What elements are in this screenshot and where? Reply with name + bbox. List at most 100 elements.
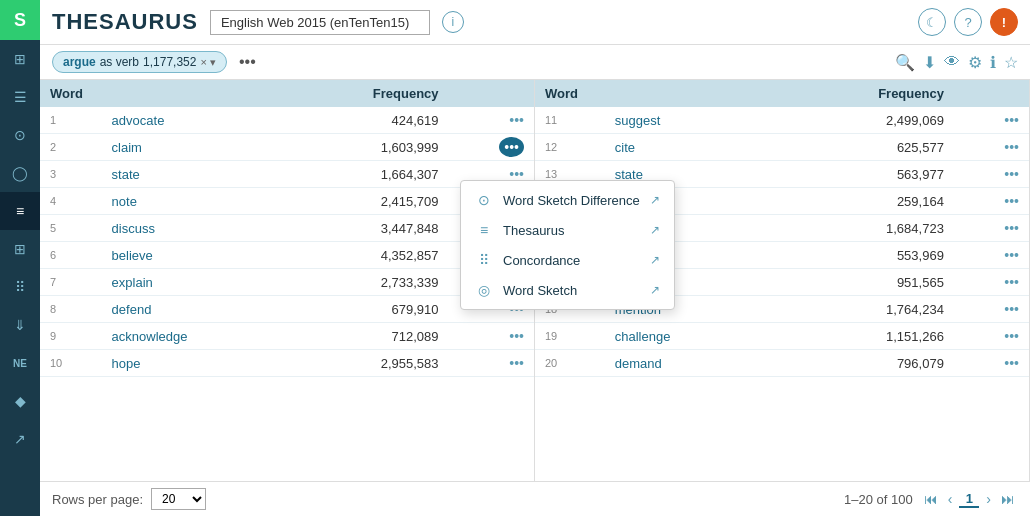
sidebar-item-arrow[interactable]: ↗	[0, 420, 40, 458]
dropdown-item-label: Word Sketch Difference	[503, 193, 640, 208]
row-actions[interactable]: •••	[954, 134, 1029, 161]
dropdown-item-thesaurus[interactable]: ≡ Thesaurus ↗	[461, 215, 674, 245]
row-freq: 2,955,583	[285, 350, 449, 377]
row-actions[interactable]: •••	[954, 215, 1029, 242]
left-col-word: Word	[40, 80, 285, 107]
row-actions[interactable]: •••	[449, 323, 534, 350]
dropdown-item-word-sketch[interactable]: ◎ Word Sketch ↗	[461, 275, 674, 305]
row-word[interactable]: discuss	[102, 215, 285, 242]
star-icon[interactable]: ☆	[1004, 53, 1018, 72]
zoom-icon[interactable]: 🔍	[895, 53, 915, 72]
row-actions[interactable]: •••	[954, 296, 1029, 323]
row-actions[interactable]: •••	[449, 350, 534, 377]
row-number: 11	[535, 107, 605, 134]
sidebar-item-dashboard[interactable]: ⊞	[0, 40, 40, 78]
dropdown-item-concordance[interactable]: ⠿ Concordance ↗	[461, 245, 674, 275]
table-row: 9 acknowledge 712,089 •••	[40, 323, 534, 350]
prev-page-button[interactable]: ‹	[945, 491, 956, 507]
row-actions[interactable]: •••	[954, 161, 1029, 188]
row-more-button[interactable]: •••	[509, 112, 524, 128]
rows-per-page-select[interactable]: 20 50 100	[151, 488, 206, 510]
filter-tag[interactable]: argue as verb 1,177,352 × ▾	[52, 51, 227, 73]
sidebar-logo[interactable]: S	[0, 0, 40, 40]
row-more-button[interactable]: •••	[1004, 193, 1019, 209]
row-more-button[interactable]: •••	[1004, 328, 1019, 344]
corpus-selector[interactable]	[210, 10, 430, 35]
row-more-button[interactable]: •••	[1004, 139, 1019, 155]
filter-word: argue	[63, 55, 96, 69]
dropdown-item-icon: ⊙	[475, 192, 493, 208]
row-more-button[interactable]: •••	[1004, 220, 1019, 236]
row-freq: 424,619	[285, 107, 449, 134]
row-word[interactable]: hope	[102, 350, 285, 377]
row-word[interactable]: cite	[605, 134, 769, 161]
row-actions[interactable]: •••	[954, 269, 1029, 296]
row-freq: 1,664,307	[285, 161, 449, 188]
sidebar-item-download[interactable]: ⇓	[0, 306, 40, 344]
row-word[interactable]: claim	[102, 134, 285, 161]
footer: Rows per page: 20 50 100 1–20 of 100 ⏮ ‹…	[40, 481, 1030, 516]
info-icon[interactable]: ℹ	[990, 53, 996, 72]
row-word[interactable]: acknowledge	[102, 323, 285, 350]
sidebar-item-ne[interactable]: NE	[0, 344, 40, 382]
row-word[interactable]: believe	[102, 242, 285, 269]
row-word[interactable]: note	[102, 188, 285, 215]
row-more-button[interactable]: •••	[1004, 166, 1019, 182]
row-actions[interactable]: •••	[449, 134, 534, 161]
row-freq: 2,733,339	[285, 269, 449, 296]
row-more-button[interactable]: •••	[1004, 355, 1019, 371]
settings-icon[interactable]: ⚙	[968, 53, 982, 72]
notification-icon[interactable]: !	[990, 8, 1018, 36]
sidebar-item-user[interactable]: ◯	[0, 154, 40, 192]
row-actions[interactable]: •••	[954, 242, 1029, 269]
row-actions[interactable]: •••	[449, 107, 534, 134]
row-word[interactable]: state	[102, 161, 285, 188]
next-page-button[interactable]: ›	[983, 491, 994, 507]
row-actions[interactable]: •••	[954, 323, 1029, 350]
row-word[interactable]: explain	[102, 269, 285, 296]
row-word[interactable]: suggest	[605, 107, 769, 134]
last-page-button[interactable]: ⏭	[998, 491, 1018, 507]
row-more-button[interactable]: •••	[1004, 247, 1019, 263]
sidebar-item-menu-active[interactable]: ≡	[0, 192, 40, 230]
help-icon[interactable]: ?	[954, 8, 982, 36]
row-number: 9	[40, 323, 102, 350]
dropdown-item-icon: ◎	[475, 282, 493, 298]
toolbar-action-icons: 🔍 ⬇ 👁 ⚙ ℹ ☆	[895, 53, 1018, 72]
corpus-info-icon[interactable]: i	[442, 11, 464, 33]
eye-icon[interactable]: 👁	[944, 53, 960, 71]
theme-icon[interactable]: ☾	[918, 8, 946, 36]
dropdown-item-word-sketch-difference[interactable]: ⊙ Word Sketch Difference ↗	[461, 185, 674, 215]
row-number: 6	[40, 242, 102, 269]
sidebar-item-dots-grid[interactable]: ⠿	[0, 268, 40, 306]
row-more-button[interactable]: •••	[509, 328, 524, 344]
sidebar-item-diamond[interactable]: ◆	[0, 382, 40, 420]
row-more-button[interactable]: •••	[1004, 112, 1019, 128]
current-page[interactable]: 1	[959, 491, 979, 508]
row-word[interactable]: advocate	[102, 107, 285, 134]
row-more-button[interactable]: •••	[1004, 274, 1019, 290]
row-actions[interactable]: •••	[954, 350, 1029, 377]
row-actions[interactable]: •••	[954, 107, 1029, 134]
row-freq: 1,764,234	[768, 296, 953, 323]
row-word[interactable]: defend	[102, 296, 285, 323]
sidebar-item-list[interactable]: ☰	[0, 78, 40, 116]
row-word[interactable]: challenge	[605, 323, 769, 350]
filter-count: 1,177,352	[143, 55, 196, 69]
filter-remove[interactable]: × ▾	[200, 56, 215, 69]
external-link-icon: ↗	[650, 193, 660, 207]
row-number: 12	[535, 134, 605, 161]
row-freq: 679,910	[285, 296, 449, 323]
more-options-button[interactable]: •••	[235, 53, 260, 71]
rows-per-page-label: Rows per page:	[52, 492, 143, 507]
row-more-button[interactable]: •••	[1004, 301, 1019, 317]
row-more-button[interactable]: •••	[499, 137, 524, 157]
download-icon[interactable]: ⬇	[923, 53, 936, 72]
sidebar-item-search[interactable]: ⊙	[0, 116, 40, 154]
first-page-button[interactable]: ⏮	[921, 491, 941, 507]
sidebar-item-grid[interactable]: ⊞	[0, 230, 40, 268]
row-word[interactable]: demand	[605, 350, 769, 377]
row-number: 4	[40, 188, 102, 215]
row-actions[interactable]: •••	[954, 188, 1029, 215]
row-more-button[interactable]: •••	[509, 355, 524, 371]
